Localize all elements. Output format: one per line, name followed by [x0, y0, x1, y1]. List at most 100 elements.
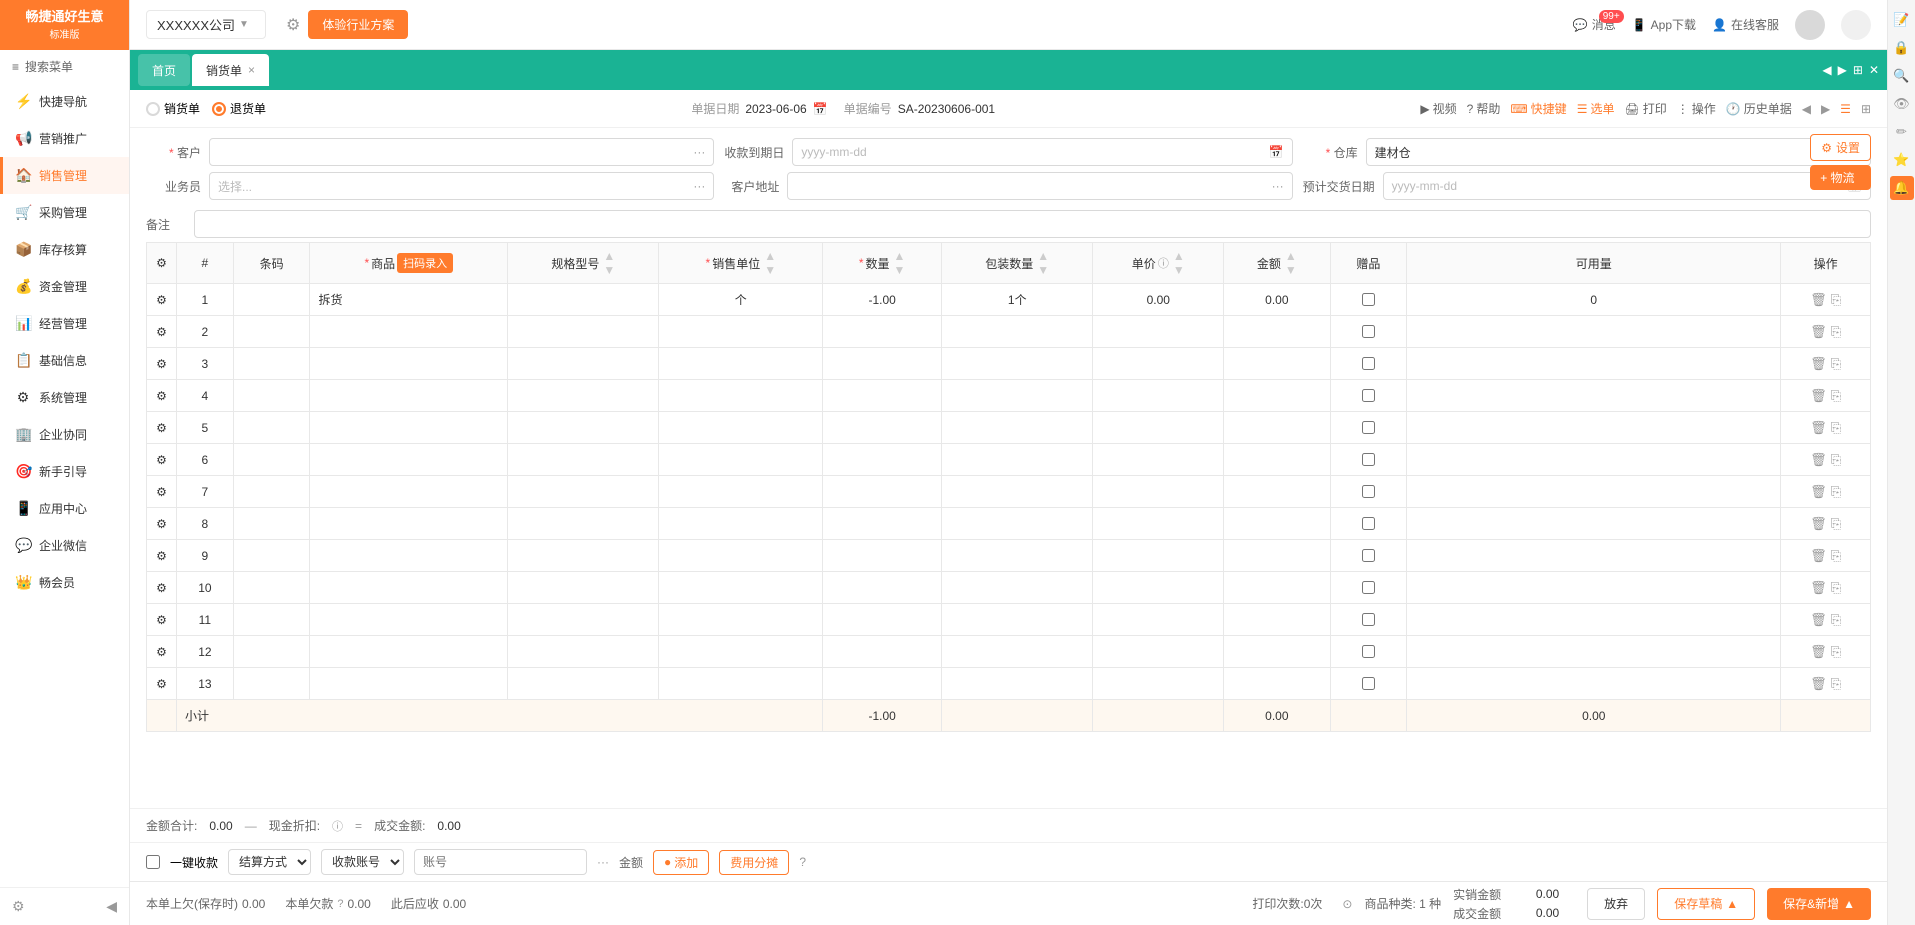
radio-sales[interactable]: 销货单	[146, 100, 200, 117]
payment-due-input[interactable]: yyyy-mm-dd 📅	[792, 138, 1292, 166]
row-qty[interactable]	[823, 316, 942, 348]
copy-icon[interactable]: ⎘	[1831, 292, 1841, 308]
row-price[interactable]	[1093, 444, 1224, 476]
nav-next-icon[interactable]: ▶	[1821, 102, 1830, 116]
history-btn[interactable]: 🕐 历史单据	[1726, 100, 1792, 117]
gift-checkbox[interactable]	[1362, 389, 1375, 402]
payment-method-select[interactable]: 结算方式	[228, 849, 311, 875]
row-price[interactable]	[1093, 412, 1224, 444]
payment-account-input[interactable]	[414, 849, 587, 875]
setting-btn[interactable]: ⚙ 设置	[1810, 134, 1871, 161]
row-pack-qty[interactable]	[942, 540, 1093, 572]
row-spec[interactable]	[508, 444, 659, 476]
grid-view-icon[interactable]: ⊞	[1861, 102, 1871, 116]
payment-dots[interactable]: ···	[597, 855, 609, 869]
row-unit[interactable]	[659, 380, 823, 412]
row-spec[interactable]	[508, 668, 659, 700]
gift-checkbox[interactable]	[1362, 421, 1375, 434]
delete-icon[interactable]: 🗑	[1810, 324, 1827, 340]
row-amount[interactable]	[1224, 636, 1330, 668]
copy-icon[interactable]: ⎘	[1831, 612, 1841, 628]
row-amount[interactable]	[1224, 380, 1330, 412]
sidebar-item-marketing[interactable]: 📢 营销推广	[0, 120, 129, 157]
calendar-due-icon[interactable]: 📅	[1269, 145, 1284, 159]
row-unit[interactable]	[659, 636, 823, 668]
row-barcode[interactable]	[233, 284, 310, 316]
row-unit[interactable]	[659, 540, 823, 572]
tab-home[interactable]: 首页	[138, 54, 190, 86]
row-price[interactable]	[1093, 508, 1224, 540]
gift-checkbox[interactable]	[1362, 613, 1375, 626]
row-gift[interactable]	[1330, 668, 1407, 700]
row-qty[interactable]	[823, 380, 942, 412]
sidebar-collapse-icon[interactable]: ◀	[106, 898, 117, 915]
sidebar-item-enterprise[interactable]: 🏢 企业协同	[0, 416, 129, 453]
row-qty[interactable]	[823, 348, 942, 380]
discard-btn[interactable]: 放弃	[1587, 888, 1645, 920]
row-product[interactable]: 拆货	[310, 284, 508, 316]
print-btn[interactable]: 🖨 打印	[1624, 100, 1666, 117]
copy-icon[interactable]: ⎘	[1831, 580, 1841, 596]
copy-icon[interactable]: ⎘	[1831, 676, 1841, 692]
row-gift[interactable]	[1330, 476, 1407, 508]
video-btn[interactable]: ▶ 视频	[1420, 100, 1456, 117]
row-barcode[interactable]	[233, 412, 310, 444]
copy-icon[interactable]: ⎘	[1831, 356, 1841, 372]
row-pack-qty[interactable]	[942, 444, 1093, 476]
row-product[interactable]	[310, 444, 508, 476]
row-product[interactable]	[310, 604, 508, 636]
rp-lock-icon[interactable]: 🔒	[1890, 36, 1914, 60]
price-sort-icon[interactable]: ▲▼	[1173, 249, 1185, 277]
online-service-btn[interactable]: 👤 在线客服	[1712, 16, 1779, 33]
copy-icon[interactable]: ⎘	[1831, 420, 1841, 436]
row-spec[interactable]	[508, 636, 659, 668]
row-product[interactable]	[310, 380, 508, 412]
delete-icon[interactable]: 🗑	[1810, 356, 1827, 372]
row-price[interactable]	[1093, 572, 1224, 604]
list-view-icon[interactable]: ☰	[1840, 102, 1851, 116]
shortcut-btn[interactable]: ⌨ 快捷键	[1510, 100, 1566, 117]
sidebar-item-sales[interactable]: 🏠 销售管理	[0, 157, 129, 194]
row-qty[interactable]	[823, 572, 942, 604]
customer-address-input[interactable]: ···	[787, 172, 1292, 200]
row-barcode[interactable]	[233, 316, 310, 348]
row-barcode[interactable]	[233, 508, 310, 540]
row-amount[interactable]	[1224, 540, 1330, 572]
delete-icon[interactable]: 🗑	[1810, 420, 1827, 436]
row-amount[interactable]: 0.00	[1224, 284, 1330, 316]
sidebar-item-purchase[interactable]: 🛒 采购管理	[0, 194, 129, 231]
gift-checkbox[interactable]	[1362, 549, 1375, 562]
row-qty[interactable]	[823, 444, 942, 476]
row-price[interactable]	[1093, 348, 1224, 380]
gift-checkbox[interactable]	[1362, 677, 1375, 690]
unit-sort-icon[interactable]: ▲▼	[764, 249, 776, 277]
row-price[interactable]	[1093, 604, 1224, 636]
row-gift[interactable]	[1330, 284, 1407, 316]
row-product[interactable]	[310, 348, 508, 380]
gift-checkbox[interactable]	[1362, 453, 1375, 466]
row-barcode[interactable]	[233, 572, 310, 604]
gift-checkbox[interactable]	[1362, 485, 1375, 498]
row-gift[interactable]	[1330, 348, 1407, 380]
row-qty[interactable]	[823, 476, 942, 508]
row-gift[interactable]	[1330, 412, 1407, 444]
delete-icon[interactable]: 🗑	[1810, 580, 1827, 596]
avatar-2[interactable]	[1841, 10, 1871, 40]
row-product[interactable]	[310, 540, 508, 572]
row-product[interactable]	[310, 572, 508, 604]
delete-icon[interactable]: 🗑	[1810, 388, 1827, 404]
rp-eye-icon[interactable]: 👁	[1890, 92, 1914, 116]
row-gift[interactable]	[1330, 636, 1407, 668]
sidebar-settings-icon[interactable]: ⚙	[12, 898, 25, 915]
row-gift[interactable]	[1330, 316, 1407, 348]
row-pack-qty[interactable]	[942, 604, 1093, 636]
row-gift[interactable]	[1330, 540, 1407, 572]
gift-checkbox[interactable]	[1362, 293, 1375, 306]
save-new-btn[interactable]: 保存&新增 ▲	[1767, 888, 1871, 920]
customer-input[interactable]: ···	[209, 138, 714, 166]
row-spec[interactable]	[508, 348, 659, 380]
tab-close-all-icon[interactable]: ✕	[1869, 63, 1879, 77]
radio-return[interactable]: 退货单	[212, 100, 266, 117]
row-unit[interactable]: 个	[659, 284, 823, 316]
row-spec[interactable]	[508, 476, 659, 508]
